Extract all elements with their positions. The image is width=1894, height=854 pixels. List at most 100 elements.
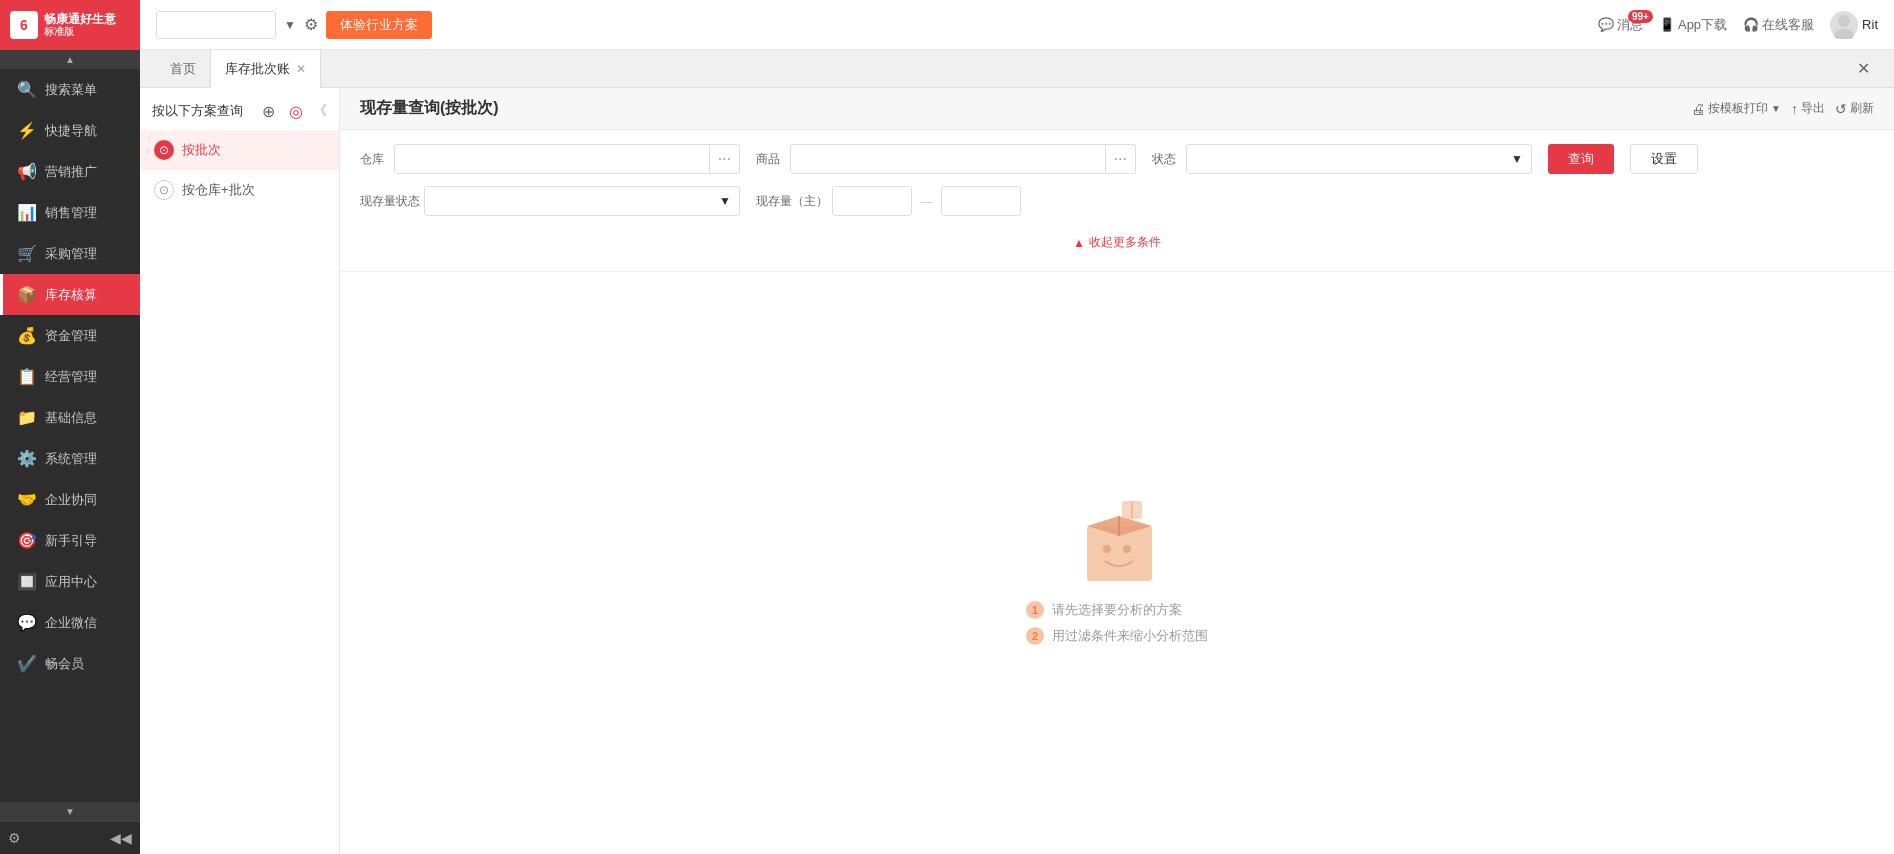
- plan-icon-active: ⊙: [154, 140, 174, 160]
- refresh-btn[interactable]: ↺ 刷新: [1835, 100, 1874, 117]
- warehouse-input[interactable]: [394, 144, 710, 174]
- chat-icon: 💬: [17, 613, 37, 632]
- range-divider: —: [920, 194, 933, 209]
- tab-home[interactable]: 首页: [156, 50, 211, 88]
- page-actions: 🖨 按模板打印 ▼ ↑ 导出 ↺ 刷新: [1691, 100, 1874, 117]
- tabbar: 首页 库存批次账 ✕ ✕: [140, 50, 1894, 88]
- phone-icon: 📱: [1659, 17, 1675, 32]
- status-select[interactable]: ▼: [1186, 144, 1532, 174]
- trial-btn[interactable]: 体验行业方案: [326, 11, 432, 39]
- plan-item-batch[interactable]: ⊙ 按批次: [140, 130, 339, 170]
- sidebar-item-newbie[interactable]: 🎯 新手引导: [0, 520, 140, 561]
- query-btn[interactable]: 查询: [1548, 144, 1614, 174]
- sidebar-item-wechat[interactable]: 💬 企业微信: [0, 602, 140, 643]
- sidebar-item-label: 采购管理: [45, 245, 97, 263]
- sidebar-item-label: 营销推广: [45, 163, 97, 181]
- sidebar-item-basic[interactable]: 📁 基础信息: [0, 397, 140, 438]
- stock-qty-max[interactable]: [941, 186, 1021, 216]
- sidebar-settings-btn[interactable]: ⚙: [8, 830, 21, 846]
- sidebar: 6 畅康通好生意 标准版 ▲ 🔍 搜索菜单 ⚡ 快捷导航 📢 营销推广 📊 销售…: [0, 0, 140, 854]
- tab-panel-close-btn[interactable]: ✕: [1849, 59, 1878, 78]
- collapse-filters-btn[interactable]: ▲ 收起更多条件: [360, 228, 1874, 257]
- stock-qty-min[interactable]: [832, 186, 912, 216]
- sidebar-item-apps[interactable]: 🔲 应用中心: [0, 561, 140, 602]
- hint-num-1: 1: [1026, 601, 1044, 619]
- left-panel-header: 按以下方案查询 ⊕ ◎ 《: [140, 88, 339, 130]
- folder-icon: 📁: [17, 408, 37, 427]
- sidebar-item-label: 畅会员: [45, 655, 84, 673]
- sidebar-item-quicknav[interactable]: ⚡ 快捷导航: [0, 110, 140, 151]
- sidebar-item-sales[interactable]: 📊 销售管理: [0, 192, 140, 233]
- empty-hint-1: 1 请先选择要分析的方案: [1026, 601, 1208, 619]
- sidebar-item-label: 快捷导航: [45, 122, 97, 140]
- online-service-btn[interactable]: 🎧 在线客服: [1743, 16, 1814, 34]
- svg-point-6: [1123, 545, 1131, 553]
- product-filter: 商品 ···: [756, 144, 1136, 174]
- sidebar-scroll-up[interactable]: ▲: [0, 50, 140, 69]
- stock-status-select[interactable]: ▼: [424, 186, 740, 216]
- sidebar-item-system[interactable]: ⚙️ 系统管理: [0, 438, 140, 479]
- message-btn[interactable]: 💬 消息 99+: [1598, 16, 1643, 34]
- tab-inventory-batch[interactable]: 库存批次账 ✕: [211, 50, 321, 88]
- page-title-bar: 现存量查询(按批次) 🖨 按模板打印 ▼ ↑ 导出 ↺ 刷新: [340, 88, 1894, 130]
- print-dropdown-icon: ▼: [1771, 103, 1781, 114]
- topbar-right: 💬 消息 99+ 📱 App下载 🎧 在线客服 Rit: [1598, 11, 1878, 39]
- chevron-down-icon: ▼: [1511, 152, 1523, 166]
- sidebar-scroll-down[interactable]: ▼: [0, 802, 140, 821]
- product-input[interactable]: [790, 144, 1106, 174]
- sidebar-item-marketing[interactable]: 📢 营销推广: [0, 151, 140, 192]
- sidebar-item-inventory[interactable]: 📦 库存核算: [0, 274, 140, 315]
- stock-qty-filter: 现存量（主） —: [756, 186, 1136, 216]
- user-menu[interactable]: Rit: [1830, 11, 1878, 39]
- tab-close-btn[interactable]: ✕: [296, 62, 306, 76]
- status-filter: 状态 ▼: [1152, 144, 1532, 174]
- app-download-btn[interactable]: 📱 App下载: [1659, 16, 1727, 34]
- sidebar-item-member[interactable]: ✔️ 畅会员: [0, 643, 140, 684]
- topbar-gear-btn[interactable]: ⚙: [304, 15, 318, 34]
- stock-qty-range: —: [832, 186, 1021, 216]
- svg-point-0: [1838, 15, 1850, 27]
- sidebar-item-label: 库存核算: [45, 286, 97, 304]
- handshake-icon: 🤝: [17, 490, 37, 509]
- app-title: 畅康通好生意 标准版: [44, 12, 116, 38]
- add-plan-btn[interactable]: ⊕: [257, 100, 279, 122]
- sidebar-header: 6 畅康通好生意 标准版: [0, 0, 140, 50]
- left-panel-actions: ⊕ ◎ 《: [257, 100, 327, 122]
- export-btn[interactable]: ↑ 导出: [1791, 100, 1825, 117]
- empty-hint-2: 2 用过滤条件来缩小分析范围: [1026, 627, 1208, 645]
- chart-icon: 📊: [17, 203, 37, 222]
- empty-state: 1 请先选择要分析的方案 2 用过滤条件来缩小分析范围: [340, 272, 1894, 854]
- topbar-dropdown-btn[interactable]: ▼: [284, 18, 296, 32]
- content: 按以下方案查询 ⊕ ◎ 《 ⊙ 按批次 ⊙ 按仓库+批次 现存量查询(按批次): [140, 88, 1894, 854]
- svg-point-5: [1103, 545, 1111, 553]
- settings-btn[interactable]: 设置: [1630, 144, 1698, 174]
- sidebar-item-label: 销售管理: [45, 204, 97, 222]
- sidebar-item-enterprise[interactable]: 🤝 企业协同: [0, 479, 140, 520]
- product-dots-btn[interactable]: ···: [1106, 144, 1136, 174]
- sidebar-item-operation[interactable]: 📋 经营管理: [0, 356, 140, 397]
- sidebar-collapse-btn[interactable]: ◀◀: [110, 830, 132, 846]
- topbar-search-input[interactable]: [156, 11, 276, 39]
- username: Rit: [1862, 17, 1878, 32]
- sidebar-item-label: 新手引导: [45, 532, 97, 550]
- warehouse-dots-btn[interactable]: ···: [710, 144, 740, 174]
- warehouse-label: 仓库: [360, 151, 390, 168]
- sidebar-item-purchase[interactable]: 🛒 采购管理: [0, 233, 140, 274]
- chevron-down-icon: ▼: [719, 194, 731, 208]
- sidebar-footer: ⚙ ◀◀: [0, 821, 140, 854]
- sidebar-item-finance[interactable]: 💰 资金管理: [0, 315, 140, 356]
- sidebar-item-label: 系统管理: [45, 450, 97, 468]
- app-logo: 6: [10, 11, 38, 39]
- collapse-panel-btn[interactable]: 《: [313, 100, 327, 122]
- sidebar-item-label: 企业微信: [45, 614, 97, 632]
- print-btn[interactable]: 🖨 按模板打印 ▼: [1691, 100, 1781, 117]
- svg-point-1: [1834, 29, 1854, 39]
- sidebar-item-search[interactable]: 🔍 搜索菜单: [0, 69, 140, 110]
- message-icon: 💬: [1598, 17, 1614, 32]
- avatar: [1830, 11, 1858, 39]
- right-panel: 现存量查询(按批次) 🖨 按模板打印 ▼ ↑ 导出 ↺ 刷新: [340, 88, 1894, 854]
- grid-icon: 🔲: [17, 572, 37, 591]
- money-icon: 💰: [17, 326, 37, 345]
- plan-item-warehouse-batch[interactable]: ⊙ 按仓库+批次: [140, 170, 339, 210]
- plan-settings-btn[interactable]: ◎: [285, 100, 307, 122]
